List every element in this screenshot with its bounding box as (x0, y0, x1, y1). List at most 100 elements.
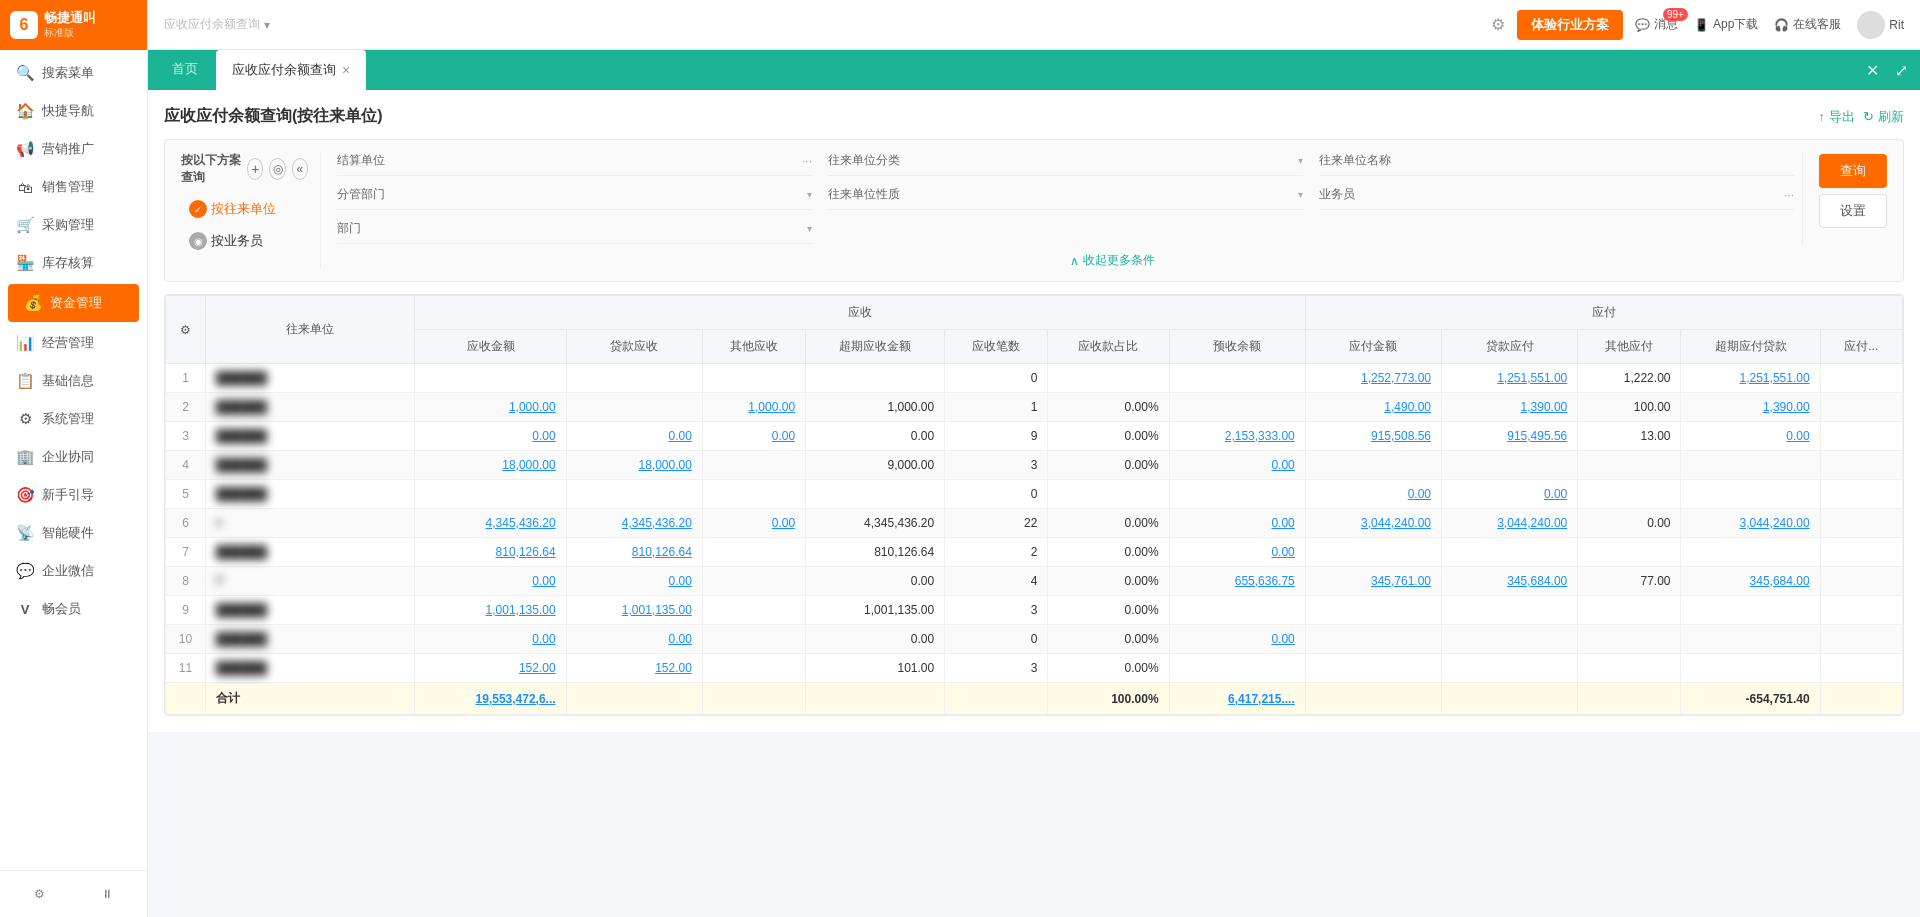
member-icon: V (16, 602, 34, 617)
field-placeholder-2 (828, 220, 1303, 244)
avatar (1857, 11, 1885, 39)
export-label: 导出 (1829, 108, 1855, 126)
tab-expand-btn[interactable]: ⤢ (1891, 61, 1912, 80)
query-side-buttons: 查询 设置 (1802, 152, 1887, 244)
row-partner: P (206, 567, 415, 596)
sidebar: 6 畅捷通叫 标准版 🔍搜索菜单 🏠快捷导航 📢营销推广 🛍销售管理 🛒采购管理… (0, 0, 148, 917)
scheme-item-salesman[interactable]: ◉ 按业务员 (181, 228, 308, 254)
scheme-icon-unit: ✓ (189, 200, 207, 218)
table-body: 1██████01,252,773.001,251,551.001,222.00… (166, 364, 1903, 683)
field-dots-settlement[interactable]: ··· (802, 154, 812, 168)
table-row: 10██████0.000.000.0000.00%0.00 (166, 625, 1903, 654)
sidebar-item-basic[interactable]: 📋基础信息 (0, 362, 147, 400)
field-placeholder-3 (1319, 220, 1794, 244)
scheme-label-unit: 按往来单位 (211, 200, 276, 218)
field-arrow-partner-cat[interactable]: ▾ (1298, 155, 1303, 166)
service-icon: 🎧 (1774, 18, 1789, 32)
sidebar-item-sales[interactable]: 🛍销售管理 (0, 168, 147, 206)
sidebar-item-operation[interactable]: 📊经营管理 (0, 324, 147, 362)
field-arrow-partner-nature[interactable]: ▾ (1298, 189, 1303, 200)
scheme-item-unit[interactable]: ✓ 按往来单位 (181, 196, 308, 222)
export-btn[interactable]: ↑ 导出 (1819, 108, 1856, 126)
sidebar-item-member[interactable]: V畅会员 (0, 590, 147, 628)
total-ar-prepaid[interactable]: 6,417,215.... (1169, 683, 1305, 715)
total-ar-loan (566, 683, 702, 715)
row-partner: ██████ (206, 422, 415, 451)
sidebar-label-guide: 新手引导 (42, 486, 94, 504)
field-label-section-dept: 部门 (337, 220, 361, 237)
field-label-partner-nature: 往来单位性质 (828, 186, 900, 203)
user-menu[interactable]: Rit (1857, 11, 1904, 39)
tab-home[interactable]: 首页 (156, 50, 214, 90)
row-partner: ██████ (206, 480, 415, 509)
sidebar-item-quicknav[interactable]: 🏠快捷导航 (0, 92, 147, 130)
refresh-btn[interactable]: ↻ 刷新 (1863, 108, 1904, 126)
th-settings[interactable]: ⚙ (166, 296, 206, 364)
topbar-right: 💬 消息 99+ 📱 App下载 🎧 在线客服 Rit (1635, 11, 1904, 39)
field-settlement-unit: 结算单位 ··· (337, 152, 812, 176)
sidebar-collapse-btn[interactable]: ⏸ (78, 881, 138, 907)
sidebar-item-inventory[interactable]: 🏪库存核算 (0, 244, 147, 282)
breadcrumb-text: 应收应付余额查询 (164, 16, 260, 33)
total-ar-amount[interactable]: 19,553,472,6... (415, 683, 566, 715)
tab-close-icon[interactable]: × (342, 62, 350, 78)
topbar-gear-icon[interactable]: ⚙ (1491, 15, 1505, 34)
field-partner-name: 往来单位名称 (1319, 152, 1794, 176)
row-partner: ▾ (206, 509, 415, 538)
message-btn[interactable]: 💬 消息 99+ (1635, 16, 1678, 33)
collapse-btn[interactable]: ∧ 收起更多条件 (337, 252, 1887, 269)
query-row-2: 分管部门 ▾ 往来单位性质 ▾ (337, 186, 1794, 210)
collapse-label: 收起更多条件 (1083, 252, 1155, 269)
export-icon: ↑ (1819, 109, 1826, 124)
field-input-partner-name[interactable] (1397, 154, 1794, 168)
scheme-label-salesman: 按业务员 (211, 232, 263, 250)
page-header: 应收应付余额查询(按往来单位) ↑ 导出 ↻ 刷新 (164, 106, 1904, 127)
trial-btn[interactable]: 体验行业方案 (1517, 10, 1623, 40)
sidebar-item-guide[interactable]: 🎯新手引导 (0, 476, 147, 514)
row-index: 6 (166, 509, 206, 538)
sidebar-nav: 🔍搜索菜单 🏠快捷导航 📢营销推广 🛍销售管理 🛒采购管理 🏪库存核算 💰资金管… (0, 50, 147, 870)
sidebar-item-purchase[interactable]: 🛒采购管理 (0, 206, 147, 244)
sidebar-item-enterprise[interactable]: 🏢企业协同 (0, 438, 147, 476)
breadcrumb-chevron[interactable]: ▾ (264, 18, 270, 32)
hardware-icon: 📡 (16, 524, 34, 542)
app-download-btn[interactable]: 📱 App下载 (1694, 16, 1758, 33)
table-row: 1██████01,252,773.001,251,551.001,222.00… (166, 364, 1903, 393)
query-target-btn[interactable]: ◎ (269, 158, 285, 180)
sidebar-item-search[interactable]: 🔍搜索菜单 (0, 54, 147, 92)
query-scheme-panel: 按以下方案查询 + ◎ « ✓ 按往来单位 ◉ 按业务员 (181, 152, 321, 269)
message-icon: 💬 (1635, 18, 1650, 32)
field-label-partner-cat: 往来单位分类 (828, 152, 900, 169)
table-row: 11██████152.00152.00101.0030.00% (166, 654, 1903, 683)
field-arrow-section-dept[interactable]: ▾ (807, 223, 812, 234)
sidebar-item-marketing[interactable]: 📢营销推广 (0, 130, 147, 168)
sidebar-item-wechat[interactable]: 💬企业微信 (0, 552, 147, 590)
service-label: 在线客服 (1793, 16, 1841, 33)
table-row: 8P0.000.000.0040.00%655,636.75345,761.00… (166, 567, 1903, 596)
sidebar-item-hardware[interactable]: 📡智能硬件 (0, 514, 147, 552)
th-ar-group: 应收 (415, 296, 1305, 330)
sidebar-label-purchase: 采购管理 (42, 216, 94, 234)
field-dots-salesman[interactable]: ··· (1784, 188, 1794, 202)
row-partner: ██████ (206, 654, 415, 683)
query-collapse-btn[interactable]: « (292, 158, 308, 180)
sidebar-item-finance[interactable]: 💰资金管理 (8, 284, 139, 322)
query-fields-panel: 结算单位 ··· 往来单位分类 ▾ (337, 152, 1887, 269)
query-btn[interactable]: 查询 (1819, 154, 1887, 188)
field-salesman: 业务员 ··· (1319, 186, 1794, 210)
row-index: 9 (166, 596, 206, 625)
sidebar-settings-btn[interactable]: ⚙ (10, 881, 70, 907)
tab-ar-ap[interactable]: 应收应付余额查询 × (216, 50, 366, 90)
query-add-btn[interactable]: + (247, 158, 263, 180)
total-ap-loan (1442, 683, 1578, 715)
online-service-btn[interactable]: 🎧 在线客服 (1774, 16, 1841, 33)
field-arrow-dept[interactable]: ▾ (807, 189, 812, 200)
row-index: 1 (166, 364, 206, 393)
table-row: 9██████1,001,135.001,001,135.001,001,135… (166, 596, 1903, 625)
finance-icon: 💰 (24, 294, 42, 312)
table-row: 2██████1,000.001,000.001,000.0010.00%1,4… (166, 393, 1903, 422)
set-btn[interactable]: 设置 (1819, 194, 1887, 228)
sidebar-item-system[interactable]: ⚙系统管理 (0, 400, 147, 438)
row-partner: ██████ (206, 596, 415, 625)
tab-close-window-btn[interactable]: ✕ (1862, 61, 1883, 80)
